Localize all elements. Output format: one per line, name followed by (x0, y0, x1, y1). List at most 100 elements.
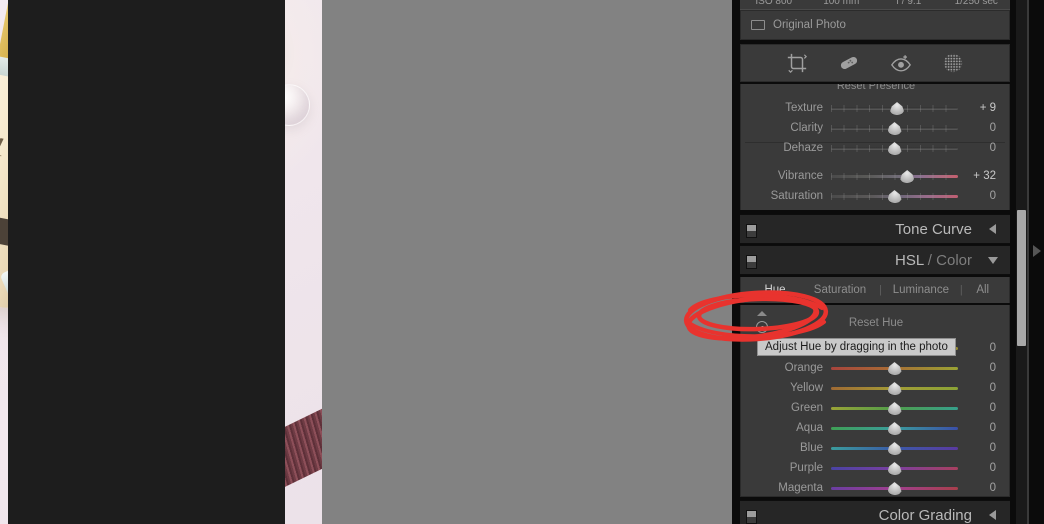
workspace-backdrop[interactable] (322, 0, 732, 524)
slider-track[interactable] (831, 101, 958, 115)
hsl-title-sep: / (923, 251, 937, 269)
masking-tool[interactable] (942, 52, 964, 74)
tab-hue[interactable]: Hue (749, 284, 801, 296)
slider-row-clarity[interactable]: Clarity 0 (741, 118, 1009, 138)
slider-handle[interactable] (887, 382, 902, 395)
hsl-title-dim: Color (936, 251, 972, 269)
slider-row-blue[interactable]: Blue 0 (741, 438, 1011, 458)
slider-label: Purple (789, 462, 823, 474)
slider-row-yellow[interactable]: Yellow 0 (741, 378, 1011, 398)
section-title: Color Grading (878, 506, 972, 524)
slider-label: Aqua (796, 422, 823, 434)
metadata-iso: ISO 800 (755, 0, 793, 7)
slider-handle[interactable] (887, 122, 902, 135)
slider-handle[interactable] (887, 190, 902, 203)
slider-value[interactable]: 0 (958, 142, 1004, 154)
slider-value[interactable]: + 32 (958, 170, 1004, 182)
section-header-tone-curve[interactable]: Tone Curve (740, 214, 1010, 244)
slider-track[interactable] (831, 441, 958, 455)
slider-handle[interactable] (890, 102, 905, 115)
panel-switch-icon[interactable] (746, 224, 757, 238)
arrow-left-icon[interactable] (989, 510, 996, 520)
slider-track[interactable] (831, 361, 958, 375)
panel-edge-divider (1027, 0, 1029, 524)
slider-ticks (831, 173, 958, 180)
slider-handle[interactable] (887, 402, 902, 415)
arrow-down-icon[interactable] (988, 256, 998, 264)
slider-handle[interactable] (887, 362, 902, 375)
slider-track[interactable] (831, 121, 958, 135)
chevron-up-icon (757, 311, 767, 316)
right-panel-column (8, 0, 285, 524)
tab-saturation[interactable]: Saturation (801, 284, 879, 296)
spot-removal-tool[interactable] (838, 52, 860, 74)
panel-scrollbar-thumb[interactable] (1017, 210, 1026, 346)
slider-value[interactable]: 0 (958, 442, 1004, 454)
panel-switch-icon[interactable] (746, 510, 757, 524)
section-title: HSL / Color (895, 252, 972, 269)
slider-handle[interactable] (887, 422, 902, 435)
slider-handle[interactable] (887, 442, 902, 455)
slider-label: Green (791, 402, 823, 414)
original-photo-row[interactable]: Original Photo (740, 10, 1010, 40)
slider-label: Magenta (778, 482, 823, 494)
slider-track[interactable] (831, 189, 958, 203)
slider-track[interactable] (831, 169, 958, 183)
slider-handle[interactable] (887, 482, 902, 495)
tooltip-adjust-hue: Adjust Hue by dragging in the photo (757, 338, 956, 356)
slider-track[interactable] (831, 421, 958, 435)
slider-label: Vibrance (777, 170, 823, 182)
section-header-hsl-color[interactable]: HSL / Color (740, 245, 1010, 275)
slider-value[interactable]: 0 (958, 422, 1004, 434)
slider-value[interactable]: 0 (958, 402, 1004, 414)
slider-row-green[interactable]: Green 0 (741, 398, 1011, 418)
slider-label: Yellow (790, 382, 823, 394)
slider-track[interactable] (831, 381, 958, 395)
tab-luminance[interactable]: Luminance (882, 284, 960, 296)
slider-row-texture[interactable]: Texture + 9 (741, 98, 1009, 118)
slider-row-saturation[interactable]: Saturation 0 (741, 186, 1009, 206)
red-eye-tool[interactable] (890, 52, 912, 74)
slider-value[interactable]: 0 (958, 190, 1004, 202)
slider-track[interactable] (831, 481, 958, 495)
slider-row-magenta[interactable]: Magenta 0 (741, 478, 1011, 498)
crop-overlay-tool[interactable] (786, 52, 808, 74)
slider-value[interactable]: 0 (958, 362, 1004, 374)
slider-handle[interactable] (900, 170, 915, 183)
arrow-left-icon[interactable] (989, 224, 996, 234)
slider-label: Orange (784, 362, 823, 374)
slider-label: Clarity (790, 122, 823, 134)
slider-row-purple[interactable]: Purple 0 (741, 458, 1011, 478)
slider-handle[interactable] (887, 142, 902, 155)
presence-slider-group: Reset Presence Texture + 9 Clarity 0 Deh… (740, 84, 1010, 210)
show-hide-right-panel-arrow[interactable] (1033, 245, 1041, 257)
slider-value[interactable]: 0 (958, 462, 1004, 474)
reset-hue-label[interactable]: Reset Hue (741, 317, 1011, 329)
section-title: Tone Curve (895, 220, 972, 238)
slider-track[interactable] (831, 401, 958, 415)
reset-presence-label[interactable]: Reset Presence (741, 84, 1009, 92)
slider-track[interactable] (831, 461, 958, 475)
slider-value[interactable]: + 9 (958, 102, 1004, 114)
slider-value[interactable]: 0 (958, 122, 1004, 134)
original-photo-label: Original Photo (773, 19, 846, 31)
slider-row-dehaze[interactable]: Dehaze 0 (741, 138, 1009, 158)
slider-label: Texture (785, 102, 823, 114)
slider-track[interactable] (831, 141, 958, 155)
slider-value[interactable]: 0 (958, 342, 1004, 354)
tab-all[interactable]: All (963, 284, 1003, 296)
panel-switch-icon[interactable] (746, 255, 757, 269)
slider-row-aqua[interactable]: Aqua 0 (741, 418, 1011, 438)
slider-value[interactable]: 0 (958, 482, 1004, 494)
slider-row-orange[interactable]: Orange 0 (741, 358, 1011, 378)
develop-tool-strip (740, 44, 1010, 82)
hsl-title-main: HSL (895, 251, 924, 269)
slider-value[interactable]: 0 (958, 382, 1004, 394)
slider-row-vibrance[interactable]: Vibrance + 32 (741, 166, 1009, 186)
hsl-tab-bar: Hue Saturation | Luminance | All (740, 277, 1010, 303)
slider-label: Blue (799, 442, 823, 454)
rectangle-icon (751, 20, 765, 30)
photo-metadata-strip: ISO 800 100 mm f / 9.1 1/250 sec (740, 0, 1010, 10)
slider-handle[interactable] (887, 462, 902, 475)
section-header-color-grading[interactable]: Color Grading (740, 500, 1010, 524)
